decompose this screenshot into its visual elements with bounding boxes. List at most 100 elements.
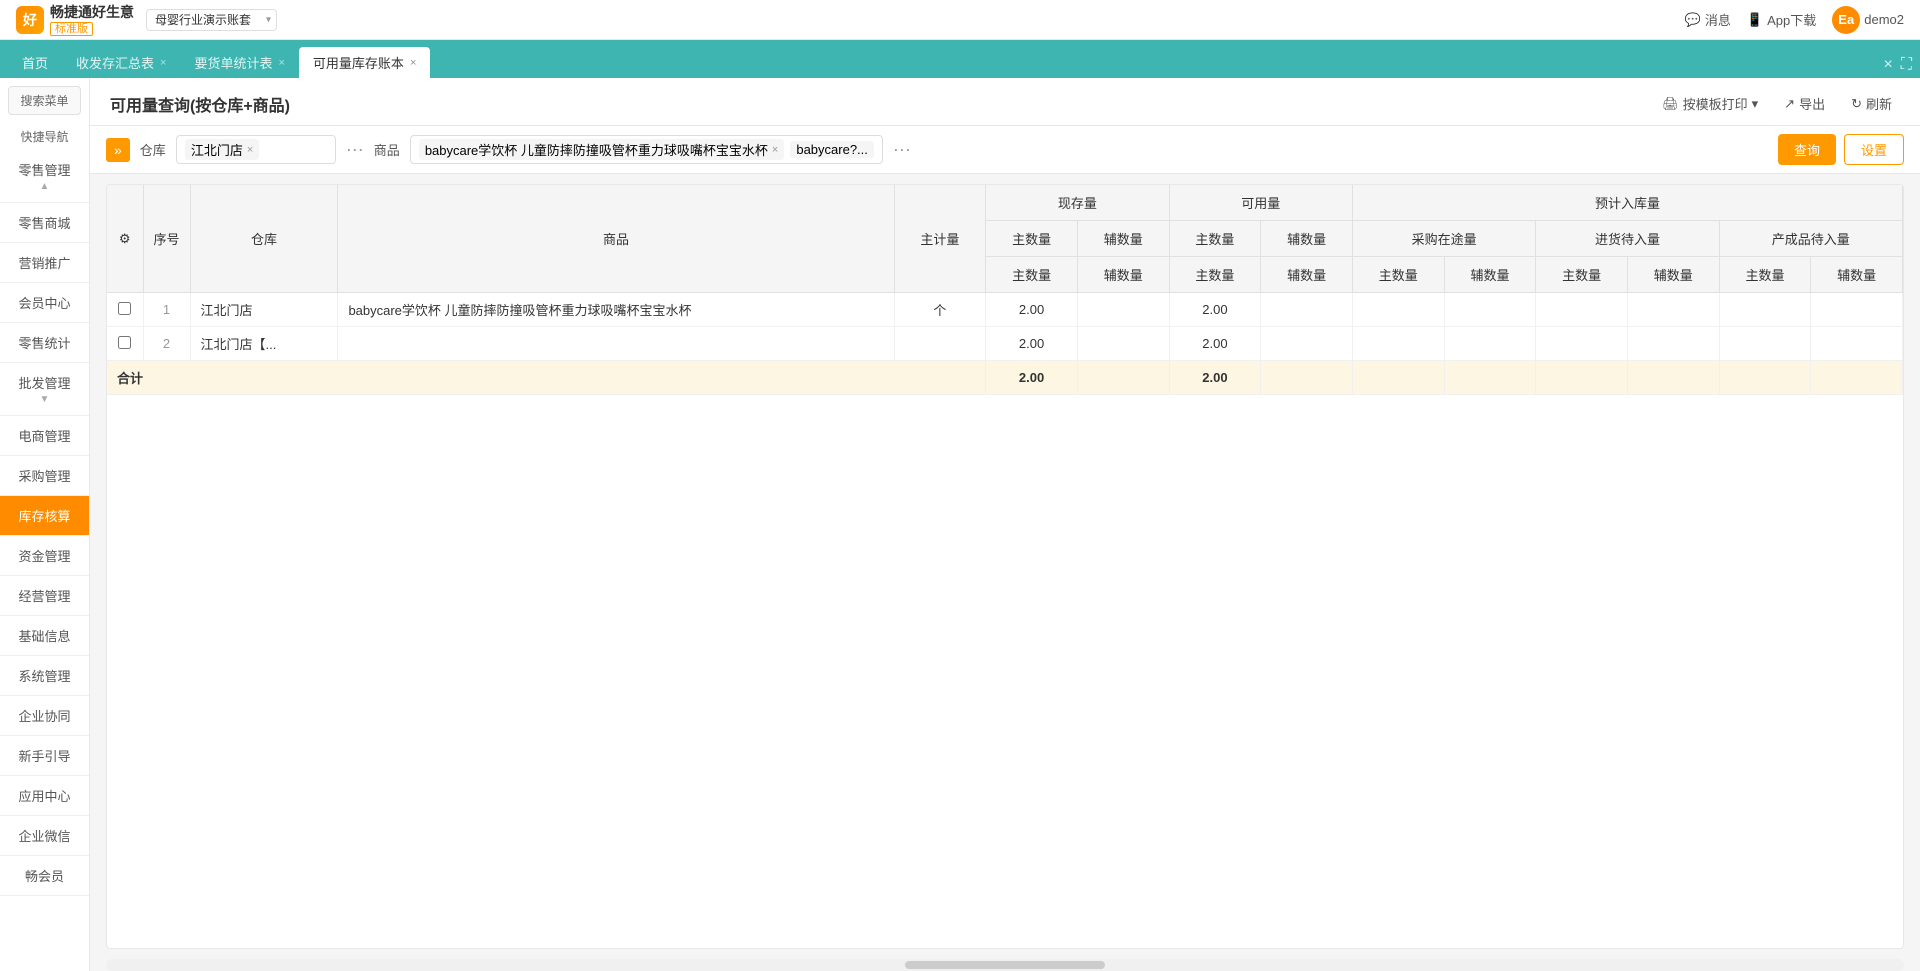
sidebar-item-new-guide[interactable]: 新手引导 (0, 736, 89, 776)
scrollbar-thumb[interactable] (905, 961, 1105, 969)
chevron-down-icon: ▲ (40, 181, 50, 192)
close-receipts-tab[interactable]: × (160, 57, 166, 69)
settings-icon: ⚙ (119, 231, 131, 246)
search-menu-btn[interactable]: 搜索菜单 (8, 86, 81, 115)
row-checkbox[interactable] (107, 293, 143, 327)
page-actions: 🖨 按模板打印 ▾ ↗ 导出 ↻ 刷新 (1654, 90, 1900, 117)
row-purchase-main (1352, 293, 1444, 327)
industry-selector[interactable]: 母婴行业演示账套 (146, 9, 277, 31)
row-product: babycare学饮杯 儿童防摔防撞吸管杯重力球吸嘴杯宝宝水杯 (338, 293, 894, 327)
summary-prod-main (1719, 361, 1811, 395)
row-avail-sub (1261, 327, 1353, 361)
expand-tabs-btn[interactable]: ⛶ (1901, 56, 1912, 74)
warehouse-tag: 江北门店 × (185, 139, 259, 160)
product-filter-input[interactable]: babycare学饮杯 儿童防摔防撞吸管杯重力球吸嘴杯宝宝水杯 × babyca… (410, 135, 883, 164)
sidebar-item-basic-info[interactable]: 基础信息 (0, 616, 89, 656)
purchase-main-sub-header: 主数量 (1352, 257, 1444, 293)
export-icon: ↗ (1784, 96, 1795, 112)
sidebar-item-retail-shop[interactable]: 零售商城 (0, 203, 89, 243)
query-btn[interactable]: 查询 (1778, 134, 1836, 165)
filter-expand-btn[interactable]: » (106, 138, 130, 162)
sidebar-item-marketing[interactable]: 营销推广 (0, 243, 89, 283)
avail-main-qty-header: 主数量 (1169, 221, 1261, 257)
user-menu[interactable]: Ea demo2 (1832, 6, 1904, 34)
stock-main-qty-header: 主数量 (986, 221, 1078, 257)
printer-icon: 🖨 (1662, 96, 1679, 112)
sidebar-item-retail-mgmt[interactable]: 零售管理 ▲ (0, 150, 89, 203)
tab-inventory[interactable]: 可用量库存账本 × (299, 47, 430, 78)
row-no: 1 (143, 293, 190, 327)
export-btn[interactable]: ↗ 导出 (1776, 90, 1833, 117)
row-product (338, 327, 894, 361)
row-purchase-sub (1444, 293, 1536, 327)
avail-sub-qty-header: 辅数量 (1261, 221, 1353, 257)
summary-stock-main: 2.00 (986, 361, 1078, 395)
logo-icon: 好 (16, 6, 44, 34)
nav-tabs: 首页 收发存汇总表 × 要货单统计表 × 可用量库存账本 × × ⛶ (0, 40, 1920, 78)
more-product-btn[interactable]: ··· (893, 139, 911, 160)
table-row: 1 江北门店 babycare学饮杯 儿童防摔防撞吸管杯重力球吸嘴杯宝宝水杯 个… (107, 293, 1903, 327)
sidebar-item-operations[interactable]: 经营管理 (0, 576, 89, 616)
avail-main-qty-sub-header: 主数量 (1169, 257, 1261, 293)
row-arrival-main (1536, 293, 1628, 327)
quick-nav-btn[interactable]: 快捷导航 (0, 123, 89, 150)
prod-sub-sub-header: 辅数量 (1811, 257, 1903, 293)
more-filter-btn[interactable]: ··· (346, 139, 364, 160)
row-no: 2 (143, 327, 190, 361)
sidebar-item-retail-stats[interactable]: 零售统计 (0, 323, 89, 363)
tab-orders[interactable]: 要货单统计表 × (180, 47, 298, 78)
row-prod-main (1719, 293, 1811, 327)
tab-controls: × ⛶ (1883, 56, 1912, 78)
product-tag-2: babycare?... (790, 141, 874, 158)
sidebar: 搜索菜单 快捷导航 零售管理 ▲ 零售商城 营销推广 会员中心 零售统计 批发管… (0, 78, 90, 971)
close-orders-tab[interactable]: × (278, 57, 284, 69)
row-stock-main: 2.00 (986, 293, 1078, 327)
sidebar-item-app-center[interactable]: 应用中心 (0, 776, 89, 816)
tab-home[interactable]: 首页 (8, 47, 62, 78)
purchase-in-transit-header: 采购在途量 (1352, 221, 1535, 257)
stock-group-header: 现存量 (986, 185, 1169, 221)
close-all-tabs-btn[interactable]: × (1883, 56, 1892, 74)
summary-avail-main: 2.00 (1169, 361, 1261, 395)
settings-column-header[interactable]: ⚙ (107, 185, 143, 293)
sidebar-item-member-plus[interactable]: 畅会员 (0, 856, 89, 896)
summary-label: 合计 (107, 361, 986, 395)
close-inventory-tab[interactable]: × (410, 57, 416, 69)
top-bar: 好 畅捷通好生意 标准版 母婴行业演示账套 💬 消息 📱 App下载 Ea de… (0, 0, 1920, 40)
production-pending-header: 产成品待入量 (1719, 221, 1902, 257)
sidebar-item-system[interactable]: 系统管理 (0, 656, 89, 696)
remove-product-tag-1[interactable]: × (772, 144, 778, 156)
row-avail-main: 2.00 (1169, 293, 1261, 327)
sidebar-item-wholesale[interactable]: 批发管理 ▼ (0, 363, 89, 416)
sidebar-item-ecommerce[interactable]: 电商管理 (0, 416, 89, 456)
stock-sub-qty-sub-header: 辅数量 (1077, 257, 1169, 293)
warehouse-filter-input[interactable]: 江北门店 × (176, 135, 336, 164)
refresh-btn[interactable]: ↻ 刷新 (1843, 90, 1900, 117)
print-template-btn[interactable]: 🖨 按模板打印 ▾ (1654, 90, 1766, 117)
message-btn[interactable]: 💬 消息 (1685, 10, 1731, 29)
row-main-unit: 个 (894, 293, 986, 327)
sidebar-item-finance[interactable]: 资金管理 (0, 536, 89, 576)
setting-btn[interactable]: 设置 (1844, 134, 1904, 165)
summary-arrival-sub (1627, 361, 1719, 395)
row-purchase-sub (1444, 327, 1536, 361)
row-warehouse: 江北门店 (190, 293, 338, 327)
chevron-down-icon-wholesale: ▼ (40, 394, 50, 405)
summary-purchase-sub (1444, 361, 1536, 395)
sidebar-item-purchase[interactable]: 采购管理 (0, 456, 89, 496)
row-avail-main: 2.00 (1169, 327, 1261, 361)
row-checkbox[interactable] (107, 327, 143, 361)
top-bar-left: 好 畅捷通好生意 标准版 母婴行业演示账套 (16, 3, 277, 37)
arrival-main-sub-header: 主数量 (1536, 257, 1628, 293)
horizontal-scrollbar[interactable] (106, 959, 1904, 971)
sidebar-item-inventory[interactable]: 库存核算 (0, 496, 89, 536)
sidebar-item-enterprise[interactable]: 企业协同 (0, 696, 89, 736)
sidebar-item-enterprise-wechat[interactable]: 企业微信 (0, 816, 89, 856)
tab-receipts[interactable]: 收发存汇总表 × (62, 47, 180, 78)
sidebar-item-members[interactable]: 会员中心 (0, 283, 89, 323)
remove-warehouse-tag[interactable]: × (247, 144, 253, 156)
industry-select[interactable]: 母婴行业演示账套 (146, 9, 277, 31)
available-group-header: 可用量 (1169, 185, 1352, 221)
summary-purchase-main (1352, 361, 1444, 395)
app-download-btn[interactable]: 📱 App下载 (1747, 10, 1816, 29)
